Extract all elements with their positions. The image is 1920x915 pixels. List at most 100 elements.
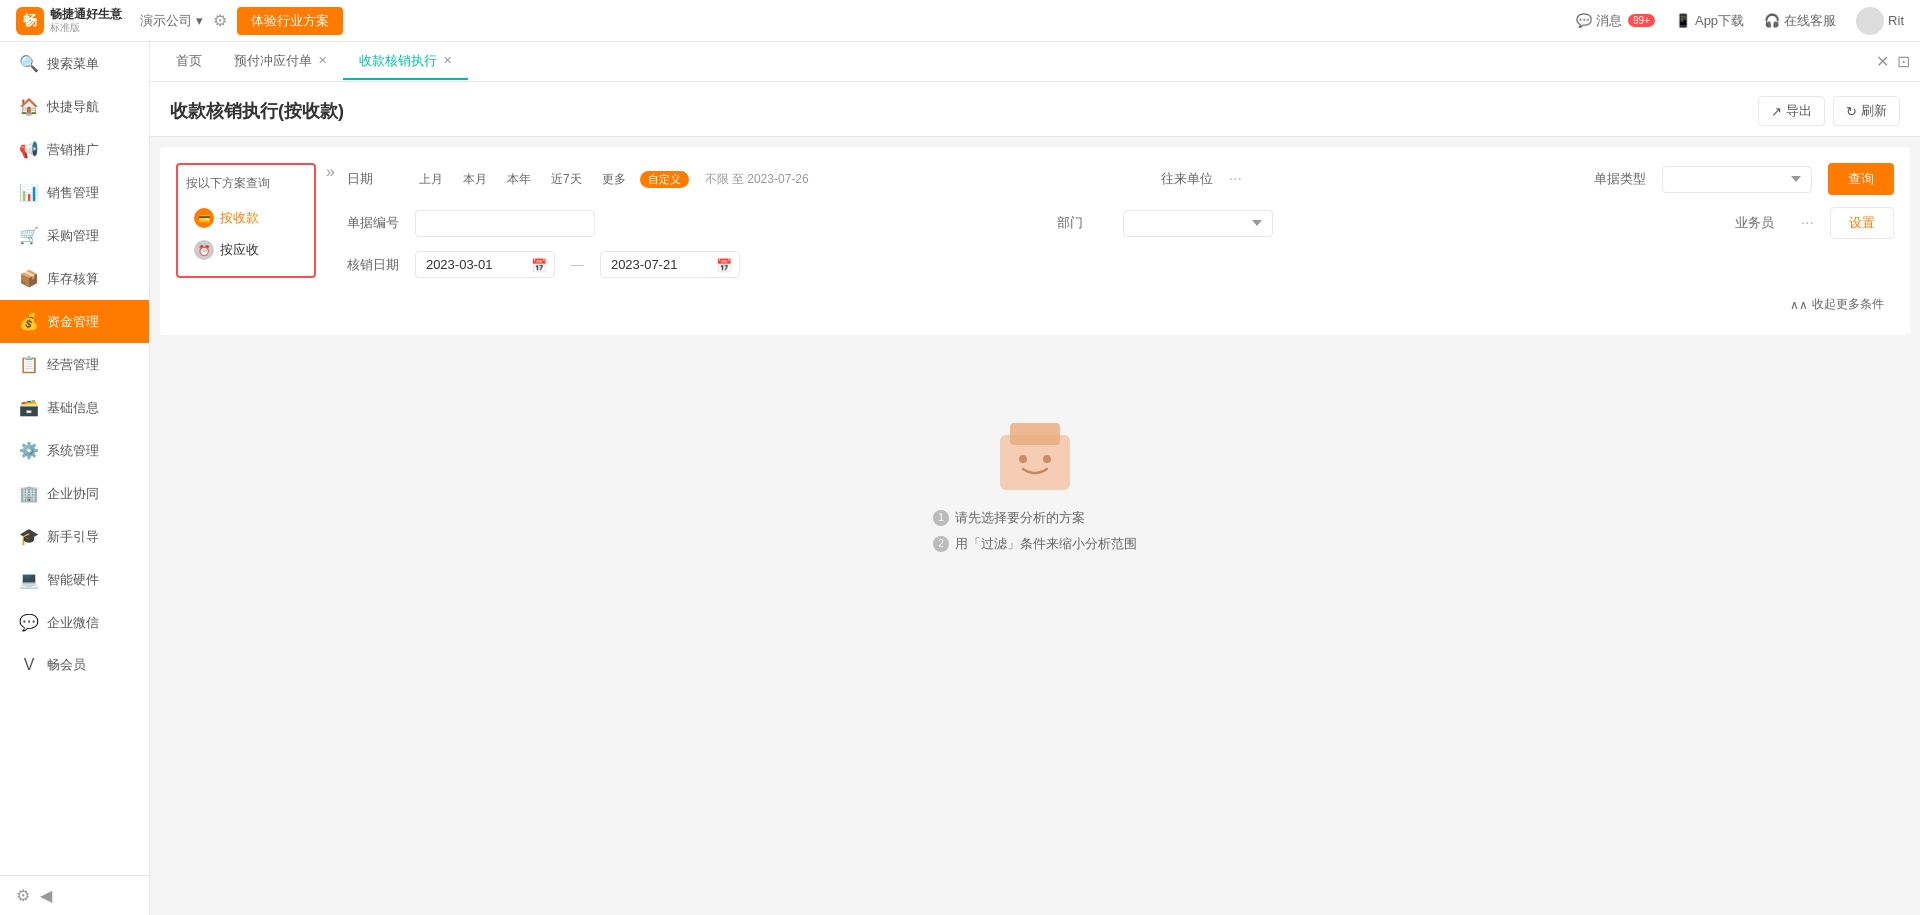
page-header: 收款核销执行(按收款) ↗ 导出 ↻ 刷新 xyxy=(150,82,1920,137)
filter-area: 按以下方案查询 💳 按收款 ⏰ 按应收 » xyxy=(160,147,1910,335)
logo-sub-text: 标准版 xyxy=(50,22,122,34)
sidebar-item-enterprise[interactable]: 🏢 企业协同 xyxy=(0,472,149,515)
tab-bar-actions: ✕ ⊡ xyxy=(1876,52,1910,71)
collapse-more-btn[interactable]: ∧∧ 收起更多条件 xyxy=(347,290,1894,319)
chevron-down-icon: ▾ xyxy=(196,13,203,28)
sidebar-item-guide[interactable]: 🎓 新手引导 xyxy=(0,515,149,558)
sidebar-item-system[interactable]: ⚙️ 系统管理 xyxy=(0,429,149,472)
logo: 畅 畅捷通好生意 标准版 xyxy=(16,7,122,35)
filter-row-3: 核销日期 📅 — 📅 xyxy=(347,251,1894,278)
date-custom-tag: 自定义 xyxy=(640,171,689,188)
tab-collect-close[interactable]: ✕ xyxy=(443,54,452,67)
page-header-actions: ↗ 导出 ↻ 刷新 xyxy=(1758,96,1900,126)
doc-type-select[interactable] xyxy=(1662,166,1812,193)
refresh-btn[interactable]: ↻ 刷新 xyxy=(1833,96,1900,126)
main-layout: 🔍 搜索菜单 🏠 快捷导航 📢 营销推广 📊 销售管理 🛒 采购管理 📦 库存核… xyxy=(0,42,1920,915)
empty-hint-1: 1 请先选择要分析的方案 xyxy=(933,505,1137,531)
tab-prepay-close[interactable]: ✕ xyxy=(318,54,327,67)
message-btn[interactable]: 💬 消息 99+ xyxy=(1576,12,1655,30)
doc-no-label: 单据编号 xyxy=(347,214,399,232)
industry-btn[interactable]: 体验行业方案 xyxy=(237,7,343,35)
home-icon: 🏠 xyxy=(19,97,39,116)
online-service-btn[interactable]: 🎧 在线客服 xyxy=(1764,12,1836,30)
receivable-icon: ⏰ xyxy=(194,240,214,260)
filter-option-receivable-label: 按应收 xyxy=(220,241,259,259)
headset-icon: 🎧 xyxy=(1764,13,1780,28)
tab-collect-label: 收款核销执行 xyxy=(359,52,437,70)
chat-icon: 💬 xyxy=(19,613,39,632)
sidebar-item-hardware[interactable]: 💻 智能硬件 xyxy=(0,558,149,601)
date-btn-this-year[interactable]: 本年 xyxy=(501,169,537,190)
refresh-icon: ↻ xyxy=(1846,104,1857,119)
filter-row-2: 单据编号 部门 业务员 ··· 设置 xyxy=(347,207,1894,239)
user-info[interactable]: Rit xyxy=(1856,7,1904,35)
app-download-btn[interactable]: 📱 App下载 xyxy=(1675,12,1744,30)
date-btn-last-month[interactable]: 上月 xyxy=(413,169,449,190)
logo-main-text: 畅捷通好生意 xyxy=(50,7,122,21)
topbar: 畅 畅捷通好生意 标准版 演示公司 ▾ ⚙ 体验行业方案 💬 消息 99+ 📱 … xyxy=(0,0,1920,42)
sidebar-item-label: 智能硬件 xyxy=(47,571,99,589)
sidebar-item-inventory[interactable]: 📦 库存核算 xyxy=(0,257,149,300)
empty-state: 1 请先选择要分析的方案 2 用「过滤」条件来缩小分析范围 xyxy=(150,345,1920,617)
sidebar-item-wechat[interactable]: 💬 企业微信 xyxy=(0,601,149,644)
graduation-icon: 🎓 xyxy=(19,527,39,546)
filter-sidebar-collapse-btn[interactable]: » xyxy=(326,163,335,181)
building-icon: 🏢 xyxy=(19,484,39,503)
page-title: 收款核销执行(按收款) xyxy=(170,99,344,123)
chart-icon: 📊 xyxy=(19,183,39,202)
date-btn-more[interactable]: 更多 xyxy=(596,169,632,190)
gear-icon[interactable]: ⚙ xyxy=(213,11,227,30)
settings-bottom-icon[interactable]: ⚙ xyxy=(16,886,30,905)
clipboard-icon: 📋 xyxy=(19,355,39,374)
member-icon: V xyxy=(19,656,39,674)
sidebar-item-operation[interactable]: 📋 经营管理 xyxy=(0,343,149,386)
doc-no-input[interactable] xyxy=(415,210,595,237)
date-btn-this-month[interactable]: 本月 xyxy=(457,169,493,190)
sidebar-item-basic[interactable]: 🗃️ 基础信息 xyxy=(0,386,149,429)
filter-sidebar-title: 按以下方案查询 xyxy=(186,175,306,192)
query-btn[interactable]: 查询 xyxy=(1828,163,1894,195)
filter-option-receipt[interactable]: 💳 按收款 xyxy=(186,202,306,234)
tab-home[interactable]: 首页 xyxy=(160,44,218,80)
company-name[interactable]: 演示公司 ▾ xyxy=(140,12,203,30)
sidebar-item-label: 快捷导航 xyxy=(47,98,99,116)
date-range-display: 不限 至 2023-07-26 xyxy=(705,171,809,188)
tab-close-all-btn[interactable]: ✕ xyxy=(1876,52,1889,71)
write-off-from-wrapper: 📅 xyxy=(415,251,555,278)
sidebar-item-label: 基础信息 xyxy=(47,399,99,417)
date-shortcuts: 上月 本月 本年 近7天 更多 自定义 xyxy=(413,169,689,190)
sidebar-item-label: 系统管理 xyxy=(47,442,99,460)
sidebar-item-label: 经营管理 xyxy=(47,356,99,374)
collapse-sidebar-icon[interactable]: ◀ xyxy=(40,886,52,905)
sidebar-item-marketing[interactable]: 📢 营销推广 xyxy=(0,128,149,171)
svg-point-2 xyxy=(1019,455,1027,463)
page-content: 收款核销执行(按收款) ↗ 导出 ↻ 刷新 按以下方 xyxy=(150,82,1920,915)
sidebar-item-finance[interactable]: 💰 资金管理 xyxy=(0,300,149,343)
sidebar-item-sales[interactable]: 📊 销售管理 xyxy=(0,171,149,214)
sidebar-item-label: 营销推广 xyxy=(47,141,99,159)
settings-btn[interactable]: 设置 xyxy=(1830,207,1894,239)
content-area: 首页 预付冲应付单 ✕ 收款核销执行 ✕ ✕ ⊡ 收款核销执行(按收款) xyxy=(150,42,1920,915)
staff-more-icon[interactable]: ··· xyxy=(1801,214,1814,232)
dept-select[interactable] xyxy=(1123,210,1273,237)
topbar-right: 💬 消息 99+ 📱 App下载 🎧 在线客服 Rit xyxy=(1576,7,1904,35)
tab-expand-btn[interactable]: ⊡ xyxy=(1897,52,1910,71)
write-off-to-input[interactable] xyxy=(600,251,740,278)
sidebar-item-member[interactable]: V 畅会员 xyxy=(0,644,149,686)
sidebar-item-search[interactable]: 🔍 搜索菜单 xyxy=(0,42,149,85)
tab-collect[interactable]: 收款核销执行 ✕ xyxy=(343,44,468,80)
chevron-up-icon: ∧∧ xyxy=(1790,298,1808,312)
date-btn-7days[interactable]: 近7天 xyxy=(545,169,588,190)
filter-sidebar: 按以下方案查询 💳 按收款 ⏰ 按应收 xyxy=(176,163,316,278)
sidebar-item-label: 企业协同 xyxy=(47,485,99,503)
hardware-icon: 💻 xyxy=(19,570,39,589)
box-icon: 📦 xyxy=(19,269,39,288)
export-btn[interactable]: ↗ 导出 xyxy=(1758,96,1825,126)
filter-option-receivable[interactable]: ⏰ 按应收 xyxy=(186,234,306,266)
tab-prepay[interactable]: 预付冲应付单 ✕ xyxy=(218,44,343,80)
empty-hints: 1 请先选择要分析的方案 2 用「过滤」条件来缩小分析范围 xyxy=(933,505,1137,557)
sidebar-item-quicknav[interactable]: 🏠 快捷导航 xyxy=(0,85,149,128)
sidebar-item-purchase[interactable]: 🛒 采购管理 xyxy=(0,214,149,257)
write-off-from-input[interactable] xyxy=(415,251,555,278)
counterparty-more-icon[interactable]: ··· xyxy=(1229,170,1242,188)
